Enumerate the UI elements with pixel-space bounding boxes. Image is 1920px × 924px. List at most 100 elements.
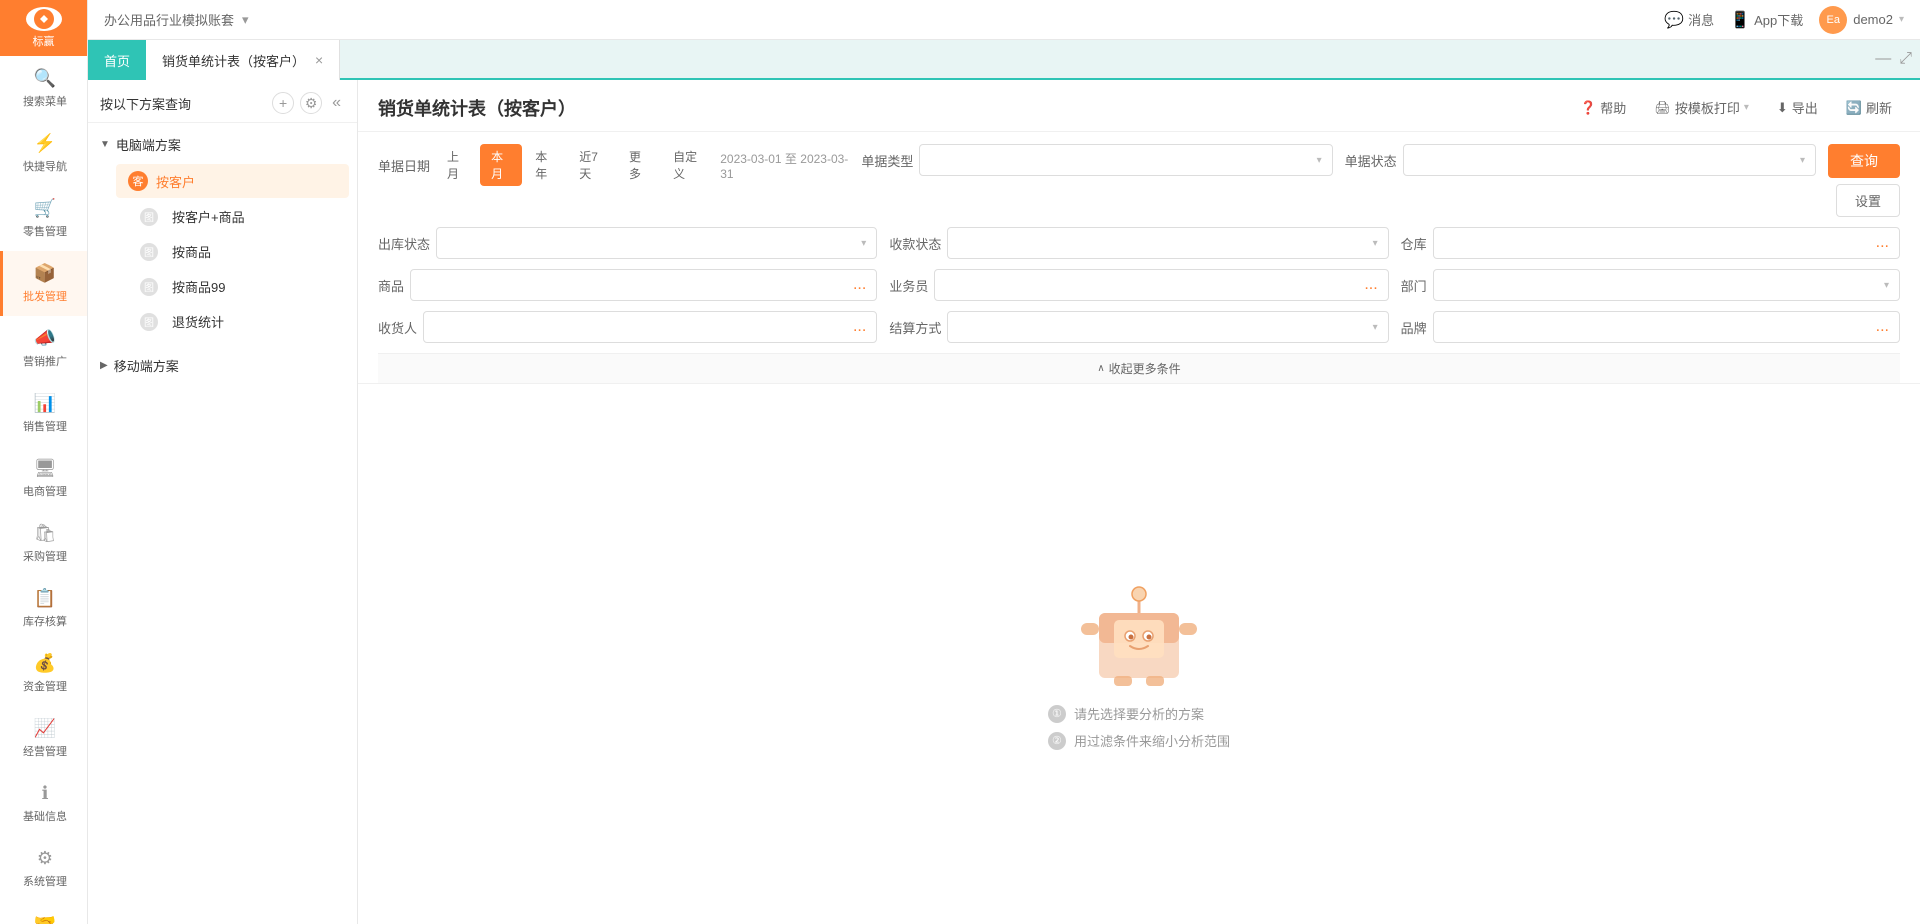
minimize-tab-icon[interactable]: — xyxy=(1875,50,1891,68)
help-button[interactable]: ❓ 帮助 xyxy=(1572,94,1634,121)
date-btn-this-month[interactable]: 本月 xyxy=(480,144,522,186)
sidebar-item-finance[interactable]: 💰 资金管理 xyxy=(0,641,87,706)
dropdown-arrow[interactable]: ▾ xyxy=(242,12,249,28)
logo-area: 标赢 xyxy=(0,0,87,56)
sidebar-item-label: 搜索菜单 xyxy=(23,93,67,109)
scheme-desktop-group-header[interactable]: ▼ 电脑端方案 xyxy=(88,127,357,162)
hint-text-2: 用过滤条件来缩小分析范围 xyxy=(1074,731,1230,750)
tab-home[interactable]: 首页 xyxy=(88,40,146,80)
salesperson-input[interactable]: ... xyxy=(934,269,1388,301)
collapse-label: 收起更多条件 xyxy=(1109,360,1181,377)
app-title: 办公用品行业模拟账套 xyxy=(104,10,234,29)
print-dropdown-arrow[interactable]: ▾ xyxy=(1744,102,1749,113)
date-btn-more[interactable]: 更多 xyxy=(618,144,660,186)
date-label: 单据日期 xyxy=(378,156,430,175)
tab-bar-right: — ⤢ xyxy=(1875,40,1920,78)
sidebar-item-basic[interactable]: ℹ 基础信息 xyxy=(0,771,87,836)
date-btn-custom[interactable]: 自定义 xyxy=(662,144,714,186)
salesperson-dots[interactable]: ... xyxy=(1364,276,1377,294)
sidebar-item-system[interactable]: ⚙ 系统管理 xyxy=(0,836,87,901)
recipient-dots[interactable]: ... xyxy=(853,318,866,336)
print-button[interactable]: 🖨 按模板打印 ▾ xyxy=(1646,94,1757,121)
scheme-add-button[interactable]: + xyxy=(272,92,294,114)
receipt-status-group: 收款状态 ▾ xyxy=(889,227,1388,259)
empty-svg xyxy=(1059,558,1219,688)
user-action[interactable]: Ea demo2 ▾ xyxy=(1819,6,1904,34)
filter-row-3: 商品 ... 业务员 ... 部门 xyxy=(378,269,1900,301)
sidebar-item-marketing[interactable]: 📣 营销推广 xyxy=(0,316,87,381)
scheme-item-goods[interactable]: 图 按商品 xyxy=(116,235,349,268)
tab-report[interactable]: 销货单统计表（按客户） × xyxy=(146,40,340,80)
order-type-select[interactable]: ▾ xyxy=(919,144,1332,176)
settlement-group: 结算方式 ▾ xyxy=(889,311,1388,343)
sidebar-item-label: 零售管理 xyxy=(23,223,67,239)
order-status-select[interactable]: ▾ xyxy=(1403,144,1816,176)
brand-input[interactable]: ... xyxy=(1433,311,1900,343)
top-header: 办公用品行业模拟账套 ▾ 💬 消息 📱 App下载 Ea demo2 ▾ xyxy=(88,0,1920,40)
sidebar-item-label: 库存核算 xyxy=(23,613,67,629)
sales-icon: 📊 xyxy=(34,393,56,414)
order-status-group: 单据状态 ▾ xyxy=(1345,144,1816,176)
sidebar-item-cooperation[interactable]: 🤝 企业协同 xyxy=(0,901,87,924)
warehouse-dots[interactable]: ... xyxy=(1876,234,1889,252)
sidebar-item-ecommerce[interactable]: 🖥 电商管理 xyxy=(0,446,87,511)
maximize-tab-icon[interactable]: ⤢ xyxy=(1899,50,1912,68)
sidebar-item-sales[interactable]: 📊 销售管理 xyxy=(0,381,87,446)
user-initials: Ea xyxy=(1826,14,1839,26)
recipient-input[interactable]: ... xyxy=(423,311,877,343)
print-label: 按模板打印 xyxy=(1675,98,1740,117)
scheme-item-return[interactable]: 图 退货统计 xyxy=(116,305,349,338)
out-status-select[interactable]: ▾ xyxy=(436,227,877,259)
message-action[interactable]: 💬 消息 xyxy=(1664,10,1714,30)
scheme-item-icon-customer-goods: 图 xyxy=(140,208,158,226)
main-wrapper: 办公用品行业模拟账套 ▾ 💬 消息 📱 App下载 Ea demo2 ▾ 首 xyxy=(88,0,1920,924)
logo-icon xyxy=(26,7,62,31)
goods-group: 商品 ... xyxy=(378,269,877,301)
print-icon: 🖨 xyxy=(1654,100,1671,116)
sidebar-item-retail[interactable]: 🛒 零售管理 xyxy=(0,186,87,251)
scheme-item-customer-goods[interactable]: 图 按客户+商品 xyxy=(116,200,349,233)
date-btn-last-month[interactable]: 上月 xyxy=(436,144,478,186)
sidebar-item-nav[interactable]: ⚡ 快捷导航 xyxy=(0,121,87,186)
query-button[interactable]: 查询 xyxy=(1828,144,1900,178)
scheme-actions: + ⚙ « xyxy=(272,92,345,114)
scheme-item-goods99[interactable]: 图 按商品99 xyxy=(116,270,349,303)
sidebar-item-inventory[interactable]: 📋 库存核算 xyxy=(0,576,87,641)
message-label: 消息 xyxy=(1688,10,1714,29)
out-status-label: 出库状态 xyxy=(378,234,430,253)
date-btn-7days[interactable]: 近7天 xyxy=(568,144,616,186)
collapse-bar[interactable]: ∧ 收起更多条件 xyxy=(378,353,1900,383)
sidebar-item-management[interactable]: 📈 经营管理 xyxy=(0,706,87,771)
goods-input[interactable]: ... xyxy=(410,269,877,301)
empty-state: ① 请先选择要分析的方案 ② 用过滤条件来缩小分析范围 xyxy=(358,384,1920,924)
collapse-arrow-icon: ∧ xyxy=(1097,363,1104,374)
app-download-action[interactable]: 📱 App下载 xyxy=(1730,10,1803,30)
tab-close-button[interactable]: × xyxy=(315,52,323,68)
warehouse-input[interactable]: ... xyxy=(1433,227,1900,259)
export-button[interactable]: ⬇ 导出 xyxy=(1769,94,1826,121)
empty-hint-1: ① 请先选择要分析的方案 xyxy=(1048,704,1204,723)
settlement-select[interactable]: ▾ xyxy=(947,311,1388,343)
scheme-item-customer[interactable]: 客 按客户 xyxy=(116,164,349,198)
desktop-group-arrow: ▼ xyxy=(100,139,110,150)
goods-dots[interactable]: ... xyxy=(853,276,866,294)
scheme-mobile-group-header[interactable]: ▶ 移动端方案 xyxy=(88,348,357,383)
scheme-item-icon-customer: 客 xyxy=(128,171,148,191)
sidebar-item-wholesale[interactable]: 📦 批发管理 xyxy=(0,251,87,316)
scheme-settings-button[interactable]: ⚙ xyxy=(300,92,322,114)
receipt-status-select[interactable]: ▾ xyxy=(947,227,1388,259)
date-btn-this-year[interactable]: 本年 xyxy=(524,144,566,186)
order-type-label: 单据类型 xyxy=(861,151,913,170)
out-status-caret: ▾ xyxy=(861,238,866,249)
refresh-label: 刷新 xyxy=(1866,98,1892,117)
sidebar-item-purchase[interactable]: 🛍 采购管理 xyxy=(0,511,87,576)
sidebar-item-search[interactable]: 🔍 搜索菜单 xyxy=(0,56,87,121)
scheme-collapse-button[interactable]: « xyxy=(328,92,345,114)
scheme-item-icon-goods: 图 xyxy=(140,243,158,261)
dept-select[interactable]: ▾ xyxy=(1433,269,1900,301)
management-icon: 📈 xyxy=(34,718,56,739)
refresh-button[interactable]: 🔄 刷新 xyxy=(1838,94,1900,121)
brand-dots[interactable]: ... xyxy=(1876,318,1889,336)
setting-button[interactable]: 设置 xyxy=(1836,184,1900,217)
tab-report-label: 销货单统计表（按客户） xyxy=(162,51,305,70)
